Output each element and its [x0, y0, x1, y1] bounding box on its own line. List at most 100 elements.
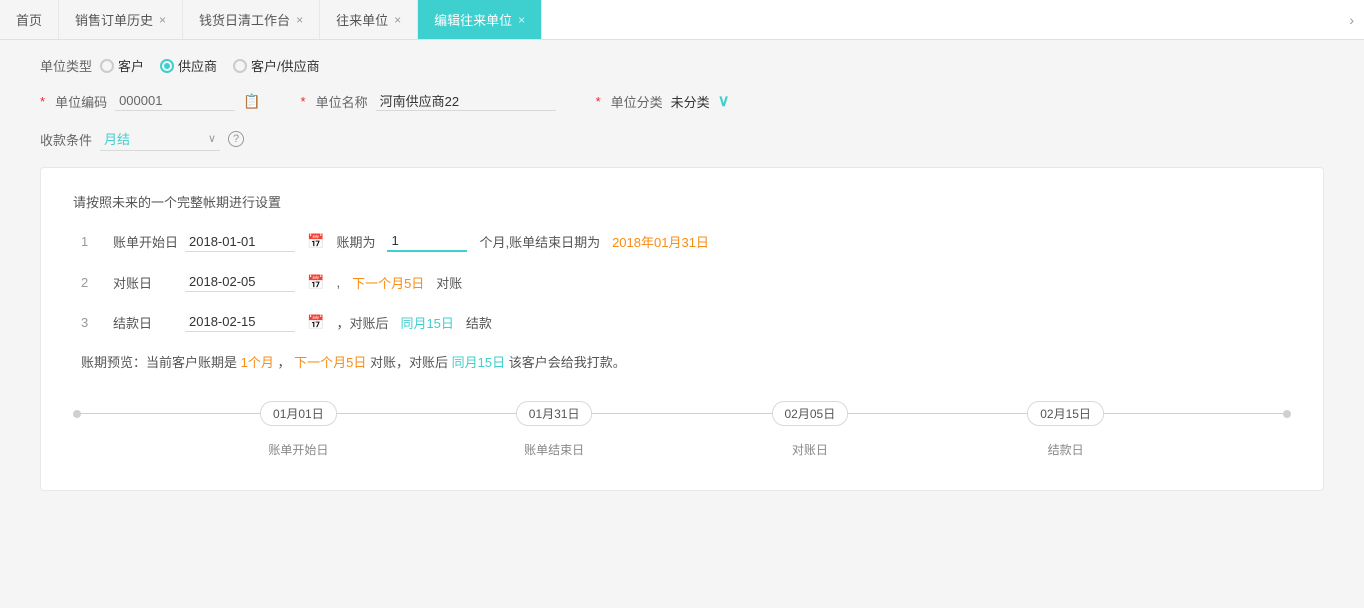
tab-partner-close[interactable]: × [394, 14, 401, 26]
period-row-1: 1 账单开始日 📅 账期为 个月,账单结束日期为 2018年01月31日 [73, 231, 1291, 252]
period-label-2: 对账日 [113, 273, 173, 292]
timeline-date-4: 02月15日 [1027, 401, 1104, 426]
radio-supplier-label: 供应商 [178, 56, 217, 75]
tab-sales-order-close[interactable]: × [159, 14, 166, 26]
tab-cash-work[interactable]: 钱货日清工作台 × [183, 0, 320, 39]
unit-code-field: * 单位编码 📋 [40, 91, 261, 111]
period-payment-suffix: 结款 [466, 313, 492, 332]
preview-text: 账期预览：当前客户账期是 1个月 ， 下一个月5日 对账，对账后 同月15日 该… [73, 352, 1291, 371]
radio-customer[interactable]: 客户 [100, 56, 144, 75]
tab-partner[interactable]: 往来单位 × [320, 0, 418, 39]
tab-cash-work-label: 钱货日清工作台 [199, 10, 290, 29]
period-suffix-before: 账期为 [336, 232, 375, 251]
period-card-title: 请按照未来的一个完整帐期进行设置 [73, 192, 1291, 211]
period-label-3: 结款日 [113, 313, 173, 332]
period-reconcile-date-input[interactable] [185, 272, 295, 292]
tab-sales-order[interactable]: 销售订单历史 × [59, 0, 183, 39]
preview-period: 1个月 [241, 355, 274, 370]
timeline-label-1: 账单开始日 [268, 441, 328, 458]
timeline-date-3: 02月05日 [772, 401, 849, 426]
unit-type-label: 单位类型 [40, 56, 92, 75]
timeline: 01月01日 账单开始日 01月31日 账单结束日 02月05日 对账日 02月… [73, 391, 1291, 436]
period-payment-cal-icon[interactable]: 📅 [307, 314, 324, 331]
unit-name-field: * 单位名称 [301, 91, 556, 111]
tab-more-button[interactable]: › [1339, 0, 1364, 39]
unit-name-required: * [301, 94, 306, 109]
unit-classify-label: 单位分类 [611, 92, 663, 111]
tab-cash-work-close[interactable]: × [296, 14, 303, 26]
unit-name-label: 单位名称 [316, 92, 368, 111]
unit-code-label: 单位编码 [55, 92, 107, 111]
period-start-date-input[interactable] [185, 232, 295, 252]
unit-type-radio-group: 客户 供应商 客户/供应商 [100, 56, 320, 75]
tab-edit-partner-label: 编辑往来单位 [434, 10, 512, 29]
payment-dropdown-icon: ∨ [208, 132, 216, 145]
radio-both[interactable]: 客户/供应商 [233, 56, 320, 75]
tab-sales-order-label: 销售订单历史 [75, 10, 153, 29]
payment-value: 月结 [104, 129, 204, 148]
payment-select[interactable]: 月结 ∨ [100, 127, 220, 151]
radio-supplier[interactable]: 供应商 [160, 56, 217, 75]
period-num-1: 1 [81, 234, 101, 249]
payment-row: 收款条件 月结 ∨ ? [40, 127, 1324, 151]
period-reconcile-highlight: 下一个月5日 [352, 273, 424, 292]
tab-edit-partner[interactable]: 编辑往来单位 × [418, 0, 542, 39]
preview-payment: 同月15日 [452, 355, 505, 370]
timeline-end-dot [1283, 410, 1291, 418]
period-payment-prefix: ，对账后 [336, 313, 388, 332]
period-num-2: 2 [81, 275, 101, 290]
timeline-node-2: 01月31日 账单结束日 [516, 401, 593, 426]
timeline-line-4 [848, 413, 1027, 414]
timeline-label-4: 结款日 [1048, 441, 1084, 458]
period-reconcile-cal-icon[interactable]: 📅 [307, 274, 324, 291]
main-content: 单位类型 客户 供应商 客户/供应商 * 单位编码 [0, 40, 1364, 608]
timeline-node-3: 02月05日 对账日 [772, 401, 849, 426]
preview-prefix: 账期预览：当前客户账期是 [81, 355, 237, 370]
period-start-cal-icon[interactable]: 📅 [307, 233, 324, 250]
period-payment-highlight: 同月15日 [400, 313, 453, 332]
tab-home-label: 首页 [16, 10, 42, 29]
radio-customer-label: 客户 [118, 56, 144, 75]
period-card: 请按照未来的一个完整帐期进行设置 1 账单开始日 📅 账期为 个月,账单结束日期… [40, 167, 1324, 491]
unit-code-doc-icon[interactable]: 📋 [243, 93, 260, 110]
unit-classify-value: 未分类 [671, 92, 710, 111]
period-row-3: 3 结款日 📅 ，对账后 同月15日 结款 [73, 312, 1291, 332]
timeline-label-3: 对账日 [792, 441, 828, 458]
period-reconcile-suffix: 对账 [436, 273, 462, 292]
timeline-line-3 [592, 413, 771, 414]
unit-classify-field: * 单位分类 未分类 ∨ [596, 91, 811, 111]
unit-name-input[interactable] [376, 91, 556, 111]
preview-reconcile: 下一个月5日 [294, 355, 366, 370]
period-label-1: 账单开始日 [113, 232, 173, 251]
preview-suffix: 该客户会给我打款。 [509, 355, 626, 370]
unit-classify-select[interactable]: 未分类 ∨ [671, 91, 811, 111]
unit-info-row: * 单位编码 📋 * 单位名称 * 单位分类 未分类 ∨ [40, 91, 1324, 111]
timeline-line-5 [1104, 413, 1283, 414]
unit-type-row: 单位类型 客户 供应商 客户/供应商 [40, 56, 1324, 75]
tab-home[interactable]: 首页 [0, 0, 59, 39]
period-end-date: 2018年01月31日 [612, 232, 709, 251]
payment-help-icon[interactable]: ? [228, 131, 244, 147]
timeline-node-1: 01月01日 账单开始日 [260, 401, 337, 426]
timeline-line-1 [81, 413, 260, 414]
radio-supplier-circle [160, 59, 174, 73]
payment-label: 收款条件 [40, 130, 92, 149]
tab-partner-label: 往来单位 [336, 10, 388, 29]
payment-field: 收款条件 月结 ∨ ? [40, 127, 244, 151]
period-row-2: 2 对账日 📅 , 下一个月5日 对账 [73, 272, 1291, 292]
classify-dropdown-icon: ∨ [718, 91, 730, 111]
radio-both-circle [233, 59, 247, 73]
unit-type-field: 单位类型 客户 供应商 客户/供应商 [40, 56, 320, 75]
timeline-label-2: 账单结束日 [524, 441, 584, 458]
timeline-node-4: 02月15日 结款日 [1027, 401, 1104, 426]
period-reconcile-prefix: , [336, 275, 340, 290]
period-payment-date-input[interactable] [185, 312, 295, 332]
unit-code-input[interactable] [115, 91, 235, 111]
radio-both-label: 客户/供应商 [251, 56, 320, 75]
preview-reconcile-label: 对账，对账后 [370, 355, 448, 370]
period-num-3: 3 [81, 315, 101, 330]
radio-customer-circle [100, 59, 114, 73]
timeline-date-1: 01月01日 [260, 401, 337, 426]
tab-edit-partner-close[interactable]: × [518, 14, 525, 26]
period-months-input[interactable] [387, 231, 467, 252]
